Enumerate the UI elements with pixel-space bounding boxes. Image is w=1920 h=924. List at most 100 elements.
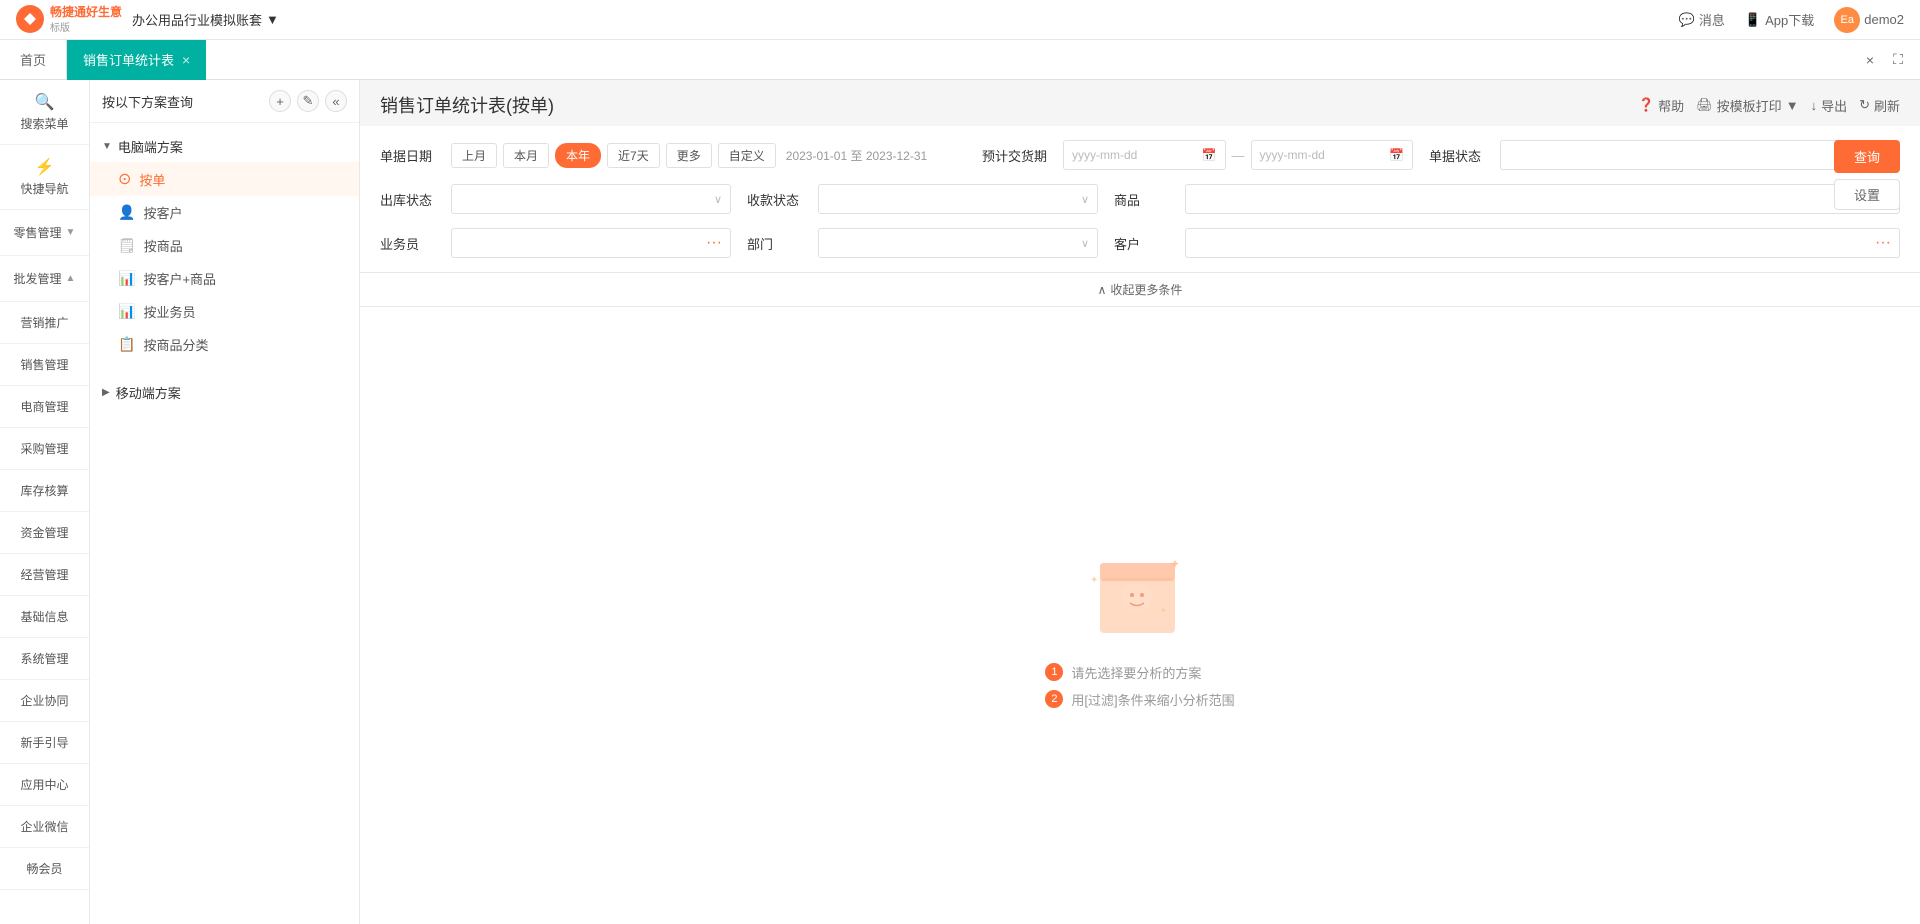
sidebar-item-finance[interactable]: 资金管理 (0, 512, 89, 554)
sidebar-item-newbie[interactable]: 新手引导 (0, 722, 89, 764)
wechat-label: 企业微信 (20, 818, 68, 835)
collapse-panel-button[interactable]: « (325, 90, 347, 112)
scheme-by-goods[interactable]: 🗒 按商品 (90, 229, 359, 262)
by-customer-label: 按客户 (143, 203, 182, 222)
sidebar-item-basic[interactable]: 基础信息 (0, 596, 89, 638)
filter-area: 单据日期 上月 本月 本年 近7天 更多 自定义 2023-01-01 至 20… (360, 126, 1920, 273)
delivery-status-arrow-icon: ∨ (714, 193, 722, 206)
sidebar-item-operations[interactable]: 经营管理 (0, 554, 89, 596)
help-button[interactable]: ❓ 帮助 (1638, 96, 1684, 115)
content-area: 按以下方案查询 + ✎ « ▼ 电脑端方案 ⊙ 按单 👤 按客 (90, 80, 1920, 924)
template-print-button[interactable]: 🖨 按模板打印 ▼ (1696, 96, 1798, 115)
top-bar-left: 畅捷通好生意 标版 办公用品行业模拟账套 ▼ (16, 5, 279, 34)
mobile-section-arrow-icon: ▶ (102, 387, 110, 398)
sidebar-item-search-menu[interactable]: 🔍 搜索菜单 (0, 80, 89, 145)
sidebar-item-marketing[interactable]: 营销推广 (0, 302, 89, 344)
this-month-btn[interactable]: 本月 (503, 143, 549, 168)
hint-num-1: 1 (1045, 663, 1063, 681)
by-customer-icon: 👤 (118, 204, 135, 221)
payment-status-select[interactable]: ∨ (818, 184, 1098, 214)
scheme-by-customer[interactable]: 👤 按客户 (90, 196, 359, 229)
expected-date-label: 预计交货期 (982, 146, 1047, 165)
scheme-by-customer-goods[interactable]: 📊 按客户+商品 (90, 262, 359, 295)
sales-label: 销售管理 (20, 356, 68, 373)
app-name: 畅捷通好生意 (50, 5, 122, 19)
basic-label: 基础信息 (20, 608, 68, 625)
settings-button[interactable]: 设置 (1834, 179, 1900, 210)
expected-date-to[interactable]: yyyy-mm-dd 📅 (1251, 140, 1414, 170)
date-range-text: 2023-01-01 至 2023-12-31 (786, 147, 927, 164)
tab-minimize-button[interactable]: × (1860, 50, 1880, 70)
pc-section: ▼ 电脑端方案 ⊙ 按单 👤 按客户 🗒 按商品 📊 按客户+商品 (90, 123, 359, 369)
user-menu[interactable]: Ea demo2 (1834, 7, 1904, 33)
collapse-button[interactable]: ∧ 收起更多条件 (1098, 281, 1183, 298)
last-month-btn[interactable]: 上月 (451, 143, 497, 168)
mobile-section-header[interactable]: ▶ 移动端方案 (90, 377, 359, 408)
left-panel-title: 按以下方案查询 (102, 92, 263, 111)
department-arrow-icon: ∨ (1081, 237, 1089, 250)
sidebar-item-retail[interactable]: 零售管理 ▼ (0, 210, 89, 256)
by-goods-icon: 🗒 (118, 237, 136, 254)
member-label: 畅会员 (26, 860, 62, 877)
edit-scheme-button[interactable]: ✎ (297, 90, 319, 112)
messages-button[interactable]: 💬 消息 (1679, 10, 1725, 29)
sidebar-item-wechat[interactable]: 企业微信 (0, 806, 89, 848)
scheme-by-order[interactable]: ⊙ 按单 (90, 162, 359, 196)
goods-label: 商品 (1114, 190, 1169, 209)
pc-section-header[interactable]: ▼ 电脑端方案 (90, 131, 359, 162)
tab-close-icon[interactable]: × (182, 52, 190, 68)
account-dropdown[interactable]: 办公用品行业模拟账套 ▼ (132, 10, 279, 29)
retail-label: 零售管理 (14, 224, 62, 241)
export-label: 导出 (1821, 96, 1847, 115)
salesman-dots-icon: ··· (706, 234, 722, 252)
tab-maximize-button[interactable]: ⛶ (1888, 50, 1908, 70)
goods-select[interactable]: ··· (1185, 184, 1900, 214)
add-scheme-button[interactable]: + (269, 90, 291, 112)
sidebar-item-ecommerce[interactable]: 电商管理 (0, 386, 89, 428)
calendar-from-icon: 📅 (1202, 148, 1217, 162)
sidebar-item-member[interactable]: 畅会员 (0, 848, 89, 890)
sidebar-item-wholesale[interactable]: 批发管理 ▲ (0, 256, 89, 302)
tab-sales-report[interactable]: 销售订单统计表 × (67, 40, 206, 80)
expected-date-from[interactable]: yyyy-mm-dd 📅 (1063, 140, 1226, 170)
sidebar-item-appstore[interactable]: 应用中心 (0, 764, 89, 806)
expected-date-group: yyyy-mm-dd 📅 — yyyy-mm-dd 📅 (1063, 140, 1413, 170)
last7-btn[interactable]: 近7天 (607, 143, 660, 168)
delivery-status-select[interactable]: ∨ (451, 184, 731, 214)
app-logo-icon (16, 5, 44, 33)
scheme-by-salesman[interactable]: 📊 按业务员 (90, 295, 359, 328)
sidebar-item-sales[interactable]: 销售管理 (0, 344, 89, 386)
collapse-bar: ∧ 收起更多条件 (360, 273, 1920, 307)
tab-home[interactable]: 首页 (0, 40, 67, 80)
department-select[interactable]: ∨ (818, 228, 1098, 258)
this-year-btn[interactable]: 本年 (555, 143, 601, 168)
payment-status-label: 收款状态 (747, 190, 802, 209)
logo-area: 畅捷通好生意 标版 (16, 5, 122, 34)
empty-hint-2: 2 用[过滤]条件来缩小分析范围 (1045, 690, 1234, 709)
svg-text:✦: ✦ (1170, 557, 1180, 571)
newbie-label: 新手引导 (20, 734, 68, 751)
scheme-by-category[interactable]: 📋 按商品分类 (90, 328, 359, 361)
by-salesman-icon: 📊 (118, 303, 135, 320)
sidebar-item-system[interactable]: 系统管理 (0, 638, 89, 680)
sidebar-item-quick-nav[interactable]: ⚡ 快捷导航 (0, 145, 89, 210)
customer-select[interactable]: ··· (1185, 228, 1900, 258)
search-button[interactable]: 查询 (1834, 140, 1900, 173)
salesman-select[interactable]: ··· (451, 228, 731, 258)
help-icon: ❓ (1638, 97, 1654, 113)
sidebar-item-purchase[interactable]: 采购管理 (0, 428, 89, 470)
more-date-btn[interactable]: 更多 (666, 143, 712, 168)
sidebar-item-inventory[interactable]: 库存核算 (0, 470, 89, 512)
refresh-button[interactable]: ↻ 刷新 (1859, 96, 1900, 115)
date-label: 单据日期 (380, 146, 435, 165)
sidebar-item-enterprise[interactable]: 企业协同 (0, 680, 89, 722)
status-label: 单据状态 (1429, 146, 1484, 165)
dropdown-arrow-icon: ▼ (266, 12, 279, 27)
export-button[interactable]: ↓ 导出 (1811, 96, 1848, 115)
template-print-label: 按模板打印 (1717, 96, 1782, 115)
search-icon: 🔍 (35, 92, 55, 112)
custom-date-btn[interactable]: 自定义 (718, 143, 776, 168)
app-download-button[interactable]: 📱 App下载 (1745, 10, 1814, 29)
action-buttons: 查询 设置 (1834, 140, 1900, 210)
by-customer-goods-icon: 📊 (118, 270, 135, 287)
